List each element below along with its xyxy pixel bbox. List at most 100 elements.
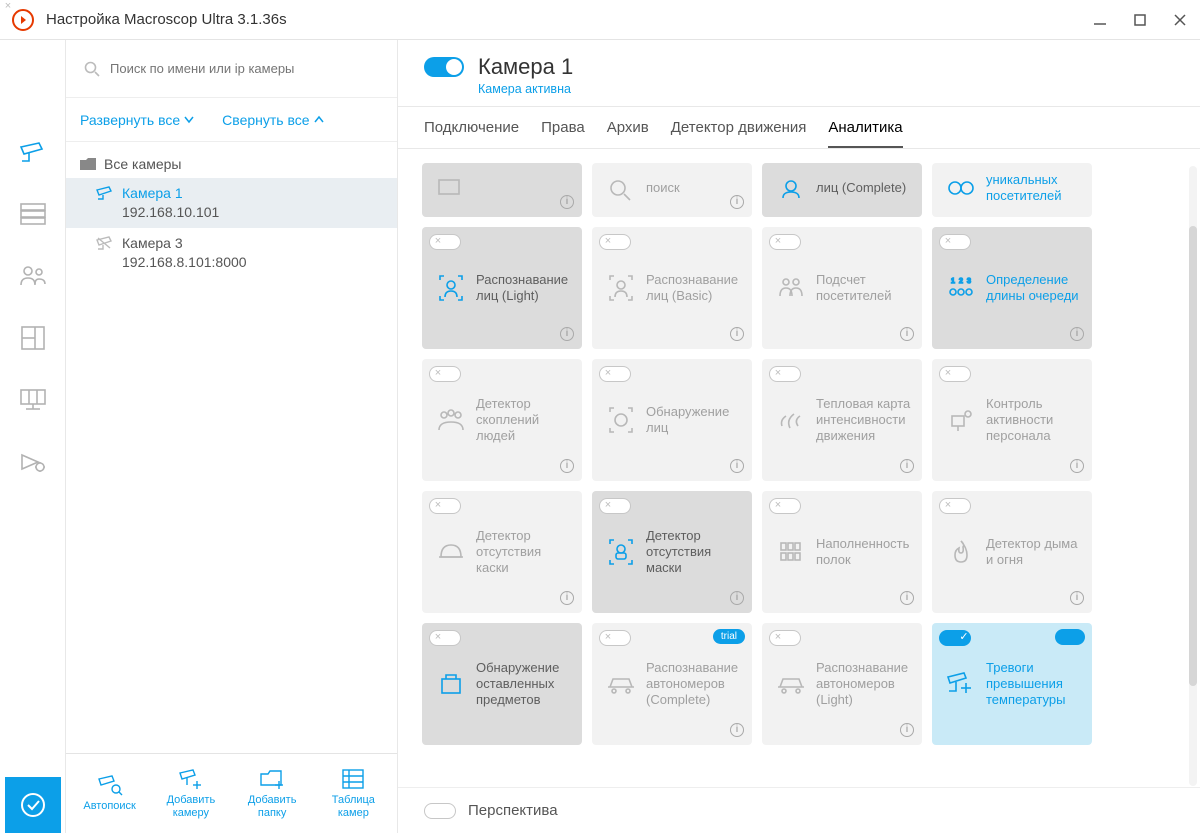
- search-input[interactable]: [110, 61, 379, 76]
- window-title: Настройка Macroscop Ultra 3.1.36s: [46, 11, 287, 28]
- tree-item-camera1[interactable]: Камера 1192.168.10.101: [66, 178, 397, 228]
- module-card-activity[interactable]: Контроль активности персоналаi: [932, 359, 1092, 481]
- perspective-label: Перспектива: [468, 802, 558, 819]
- camera-status: Камера активна: [478, 82, 1174, 96]
- svg-text:2: 2: [959, 278, 963, 285]
- module-card-abandoned[interactable]: Обнаружение оставленных предметов: [422, 623, 582, 745]
- module-card-anpr-light[interactable]: Распознавание автономеров (Light)i: [762, 623, 922, 745]
- module-toggle[interactable]: [769, 498, 801, 514]
- rail-plans-icon[interactable]: [19, 324, 47, 352]
- module-card-helmet[interactable]: Детектор отсутствия каскиi: [422, 491, 582, 613]
- camera-tree: Все камеры Камера 1192.168.10.101 Камера…: [66, 142, 397, 753]
- rail-cameras-icon[interactable]: [19, 138, 47, 166]
- info-icon[interactable]: i: [900, 327, 914, 341]
- svg-text:3: 3: [967, 278, 971, 285]
- module-card-crowd[interactable]: Детектор скоплений людейi: [422, 359, 582, 481]
- module-card[interactable]: поискi: [592, 163, 752, 217]
- info-icon[interactable]: i: [900, 723, 914, 737]
- tab-archive[interactable]: Архив: [607, 119, 649, 148]
- module-toggle[interactable]: [939, 630, 971, 646]
- scrollbar[interactable]: [1189, 166, 1197, 786]
- tree-root[interactable]: Все камеры: [66, 150, 397, 178]
- module-card[interactable]: лиц (Complete): [762, 163, 922, 217]
- module-card-fire[interactable]: Детектор дыма и огняi: [932, 491, 1092, 613]
- module-card-temperature[interactable]: Тревоги превышения температуры: [932, 623, 1092, 745]
- module-toggle[interactable]: [939, 498, 971, 514]
- module-toggle[interactable]: [939, 234, 971, 250]
- perspective-toggle[interactable]: [424, 803, 456, 819]
- module-toggle[interactable]: [599, 630, 631, 646]
- rail-users-icon[interactable]: [19, 262, 47, 290]
- sidebar-actions: Автопоиск Добавить камеру Добавить папку…: [66, 753, 397, 833]
- info-icon[interactable]: i: [730, 459, 744, 473]
- module-card-mask[interactable]: Детектор отсутствия маскиi: [592, 491, 752, 613]
- expand-all-button[interactable]: Развернуть все: [80, 112, 194, 128]
- info-icon[interactable]: i: [900, 459, 914, 473]
- minimize-button[interactable]: [1092, 12, 1108, 28]
- add-camera-button[interactable]: Добавить камеру: [153, 768, 228, 819]
- info-icon[interactable]: i: [560, 459, 574, 473]
- module-card-heatmap[interactable]: Тепловая карта интенсивности движенияi: [762, 359, 922, 481]
- close-button[interactable]: [1172, 12, 1188, 28]
- info-icon[interactable]: i: [560, 327, 574, 341]
- tab-analytics[interactable]: Аналитика: [828, 119, 902, 148]
- app-icon: [12, 9, 34, 31]
- chevron-up-icon: [314, 116, 324, 124]
- module-toggle[interactable]: [599, 498, 631, 514]
- module-card-shelf[interactable]: Наполненность полокi: [762, 491, 922, 613]
- module-card[interactable]: уникальных посетителей: [932, 163, 1092, 217]
- module-toggle[interactable]: [429, 498, 461, 514]
- info-icon[interactable]: i: [1070, 327, 1084, 341]
- folder-icon: [80, 158, 96, 171]
- rail-servers-icon[interactable]: [19, 200, 47, 228]
- apply-button[interactable]: [5, 777, 61, 833]
- tab-rights[interactable]: Права: [541, 119, 585, 148]
- module-card-face-detect[interactable]: Обнаружение лицi: [592, 359, 752, 481]
- add-folder-button[interactable]: Добавить папку: [235, 768, 310, 819]
- module-card-face-light[interactable]: Распознавание лиц (Light)i: [422, 227, 582, 349]
- info-icon[interactable]: i: [730, 591, 744, 605]
- module-card-queue[interactable]: 123Определение длины очередиi: [932, 227, 1092, 349]
- info-icon[interactable]: i: [560, 591, 574, 605]
- camera-icon: [96, 236, 114, 250]
- module-toggle[interactable]: [599, 234, 631, 250]
- titlebar: Настройка Macroscop Ultra 3.1.36s: [0, 0, 1200, 40]
- tab-motion[interactable]: Детектор движения: [671, 119, 807, 148]
- search-box[interactable]: [66, 40, 397, 98]
- module-toggle[interactable]: [429, 234, 461, 250]
- module-toggle[interactable]: [769, 234, 801, 250]
- rail-automation-icon[interactable]: [19, 448, 47, 476]
- autosearch-button[interactable]: Автопоиск: [72, 774, 147, 813]
- collapse-all-button[interactable]: Свернуть все: [222, 112, 323, 128]
- module-card-counting[interactable]: Подсчет посетителейi: [762, 227, 922, 349]
- rail-views-icon[interactable]: [19, 386, 47, 414]
- camera-table-button[interactable]: Таблица камер: [316, 768, 391, 819]
- module-toggle[interactable]: [599, 366, 631, 382]
- info-icon[interactable]: i: [730, 195, 744, 209]
- module-toggle[interactable]: [939, 366, 971, 382]
- module-toggle[interactable]: [769, 630, 801, 646]
- scrollbar-thumb[interactable]: [1189, 226, 1197, 686]
- module-toggle[interactable]: [769, 366, 801, 382]
- info-icon[interactable]: i: [900, 591, 914, 605]
- info-icon[interactable]: i: [730, 327, 744, 341]
- nav-rail: [0, 40, 66, 833]
- info-icon[interactable]: i: [560, 195, 574, 209]
- module-card-anpr-complete[interactable]: trialРаспознавание автономеров (Complete…: [592, 623, 752, 745]
- info-icon[interactable]: i: [1070, 591, 1084, 605]
- module-toggle[interactable]: [429, 630, 461, 646]
- tab-connection[interactable]: Подключение: [424, 119, 519, 148]
- maximize-button[interactable]: [1132, 12, 1148, 28]
- tabs: Подключение Права Архив Детектор движени…: [398, 107, 1200, 149]
- camera-enable-toggle[interactable]: [424, 57, 464, 77]
- module-toggle[interactable]: [429, 366, 461, 382]
- module-card[interactable]: i: [422, 163, 582, 217]
- info-icon[interactable]: i: [1070, 459, 1084, 473]
- info-icon[interactable]: i: [730, 723, 744, 737]
- module-card-face-basic[interactable]: Распознавание лиц (Basic)i: [592, 227, 752, 349]
- tree-item-camera3[interactable]: Камера 3192.168.8.101:8000: [66, 228, 397, 278]
- perspective-row[interactable]: Перспектива: [398, 787, 1200, 833]
- camera-name: Камера 1: [478, 54, 573, 80]
- analytics-grid: i поискi лиц (Complete) уникальных посет…: [398, 149, 1200, 787]
- camera-icon: [96, 186, 114, 200]
